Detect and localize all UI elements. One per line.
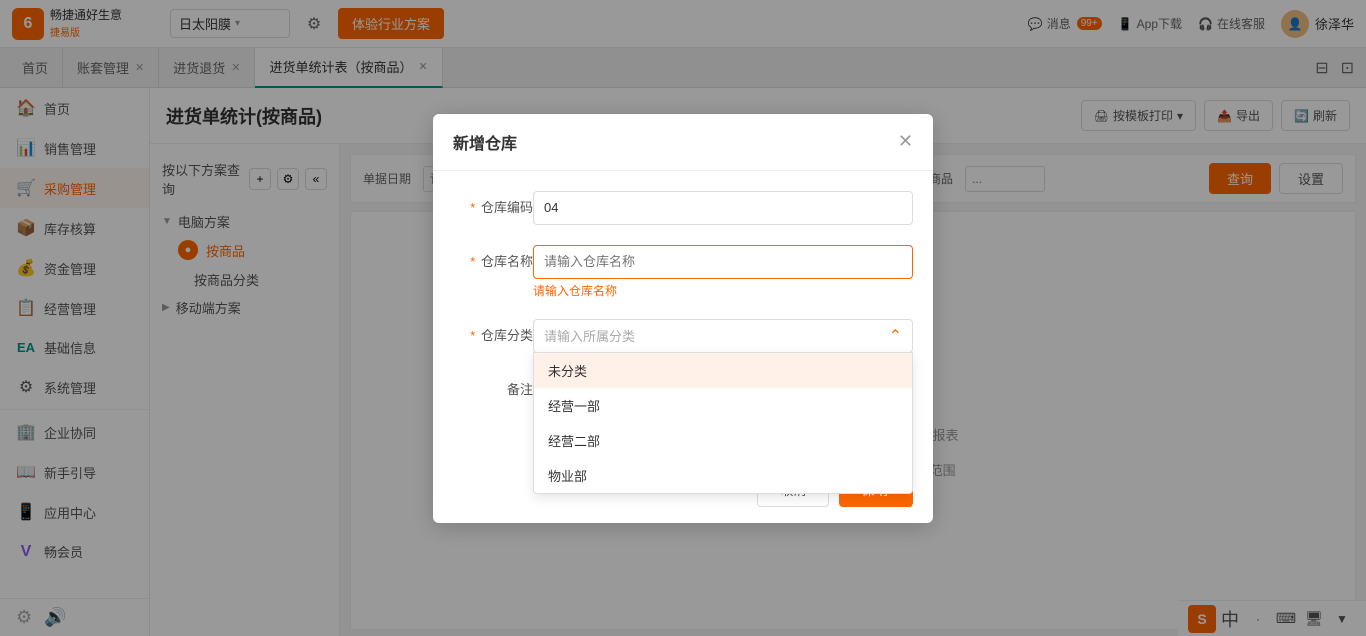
required-star-category: * xyxy=(470,328,475,343)
name-input[interactable] xyxy=(533,245,913,279)
category-label: * 仓库分类 xyxy=(453,319,533,344)
name-input-wrap: 请输入仓库名称 xyxy=(533,245,913,299)
category-placeholder: 请输入所属分类 xyxy=(544,326,635,345)
form-row-category: * 仓库分类 请输入所属分类 ⌃ 未分类 经营一部 经营二部 物业部 xyxy=(453,319,913,353)
form-row-name: * 仓库名称 请输入仓库名称 xyxy=(453,245,913,299)
required-star-name: * xyxy=(470,254,475,269)
code-label: * 仓库编码 xyxy=(453,191,533,216)
code-input[interactable] xyxy=(533,191,913,225)
name-label: * 仓库名称 xyxy=(453,245,533,270)
dropdown-item-dept1[interactable]: 经营一部 xyxy=(534,388,912,423)
note-label: 备注 xyxy=(453,373,533,398)
modal-body: * 仓库编码 * 仓库名称 请输入仓库名称 xyxy=(433,171,933,436)
new-warehouse-modal: 新增仓库 ✕ * 仓库编码 * 仓库名称 xyxy=(433,114,933,523)
form-row-code: * 仓库编码 xyxy=(453,191,913,225)
modal-header: 新增仓库 ✕ xyxy=(433,114,933,171)
dropdown-item-uncategorized[interactable]: 未分类 xyxy=(534,353,912,388)
category-input-wrap: 请输入所属分类 ⌃ 未分类 经营一部 经营二部 物业部 xyxy=(533,319,913,353)
name-error-msg: 请输入仓库名称 xyxy=(533,282,913,299)
modal-overlay: 新增仓库 ✕ * 仓库编码 * 仓库名称 xyxy=(0,0,1366,636)
category-dropdown-list: 未分类 经营一部 经营二部 物业部 xyxy=(533,352,913,494)
chevron-up-icon: ⌃ xyxy=(889,326,902,346)
modal-title: 新增仓库 xyxy=(453,130,517,154)
dropdown-item-dept2[interactable]: 经营二部 xyxy=(534,423,912,458)
dropdown-item-dept3[interactable]: 物业部 xyxy=(534,458,912,493)
required-star: * xyxy=(470,200,475,215)
category-dropdown[interactable]: 请输入所属分类 ⌃ xyxy=(533,319,913,353)
modal-close-button[interactable]: ✕ xyxy=(898,131,913,152)
code-input-wrap xyxy=(533,191,913,225)
